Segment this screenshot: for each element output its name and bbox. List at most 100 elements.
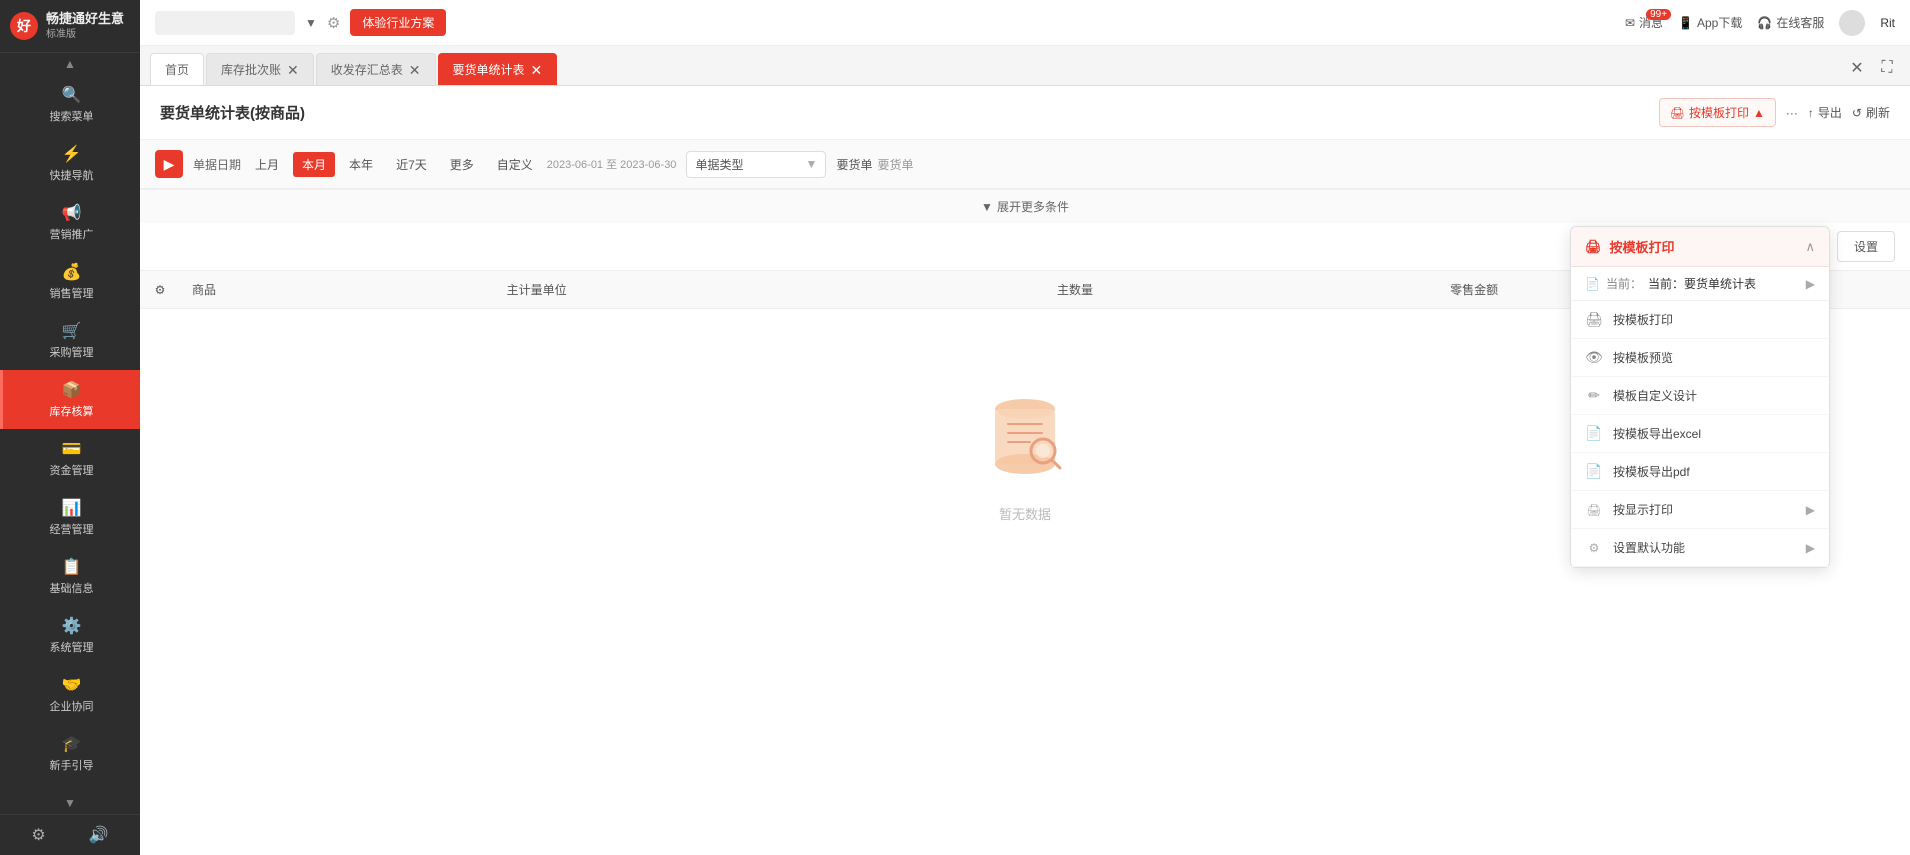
- sidebar-item-operations[interactable]: 📊 经营管理: [0, 488, 140, 547]
- export-btn[interactable]: ↑ 导出: [1808, 104, 1842, 121]
- dropdown-item-template-print[interactable]: 🖨 按模板打印: [1571, 301, 1829, 339]
- current-label-arrow-icon: ▶: [1806, 277, 1815, 291]
- inventory-icon: 📦: [62, 380, 82, 400]
- date-btn-more[interactable]: 更多: [441, 152, 483, 177]
- date-range-display: 2023-06-01 至 2023-06-30: [547, 156, 677, 172]
- app-version: 标准版: [46, 28, 124, 42]
- sidebar: 好 畅捷通好生意 标准版 ▲ 🔍 搜索菜单 ⚡ 快捷导航 📢 营销推广 💰 销售…: [0, 0, 140, 855]
- sidebar-scroll-up[interactable]: ▲: [0, 53, 140, 75]
- dropdown-subitem-display-print[interactable]: 🖨 按显示打印 ▶: [1571, 491, 1829, 529]
- industry-btn[interactable]: 体验行业方案: [350, 9, 446, 36]
- print-btn[interactable]: 🖨 按模板打印 ▲: [1659, 98, 1776, 127]
- topbar-settings-icon[interactable]: ⚙: [327, 14, 340, 32]
- current-label-icon: 📄: [1585, 277, 1600, 291]
- template-print-icon: 🖨: [1585, 311, 1603, 328]
- tab-receivables-summary[interactable]: 收发存汇总表 ✕: [316, 53, 436, 85]
- marketing-icon: 📢: [62, 203, 82, 223]
- user-avatar[interactable]: [1839, 10, 1865, 36]
- tab-close-order-summary[interactable]: ✕: [531, 63, 543, 77]
- doc-type-arrow-icon: ▼: [806, 157, 818, 171]
- sidebar-item-basic[interactable]: 📋 基础信息: [0, 547, 140, 606]
- tab-close-all-icon[interactable]: ✕: [1844, 55, 1870, 81]
- date-btn-custom[interactable]: 自定义: [488, 152, 542, 177]
- dropdown-item-template-export-excel[interactable]: 📄 按模板导出excel: [1571, 415, 1829, 453]
- date-btn-prev-month[interactable]: 上月: [246, 152, 288, 177]
- phone-icon: 📱: [1678, 16, 1693, 30]
- printer-header-icon: 🖨: [1585, 239, 1602, 255]
- order-type-filter: 要货单 要货单: [836, 156, 913, 173]
- app-logo-icon: 好: [10, 12, 38, 40]
- dropdown-item-template-preview[interactable]: 👁 按模板预览: [1571, 339, 1829, 377]
- purchase-icon: 🛒: [62, 321, 82, 341]
- sidebar-nav: 🔍 搜索菜单 ⚡ 快捷导航 📢 营销推广 💰 销售管理 🛒 采购管理 📦 库存核…: [0, 75, 140, 792]
- sidebar-item-shortcut[interactable]: ⚡ 快捷导航: [0, 134, 140, 193]
- tab-order-summary[interactable]: 要货单统计表 ✕: [438, 53, 558, 85]
- print-icon: 🖨: [1670, 106, 1685, 120]
- sidebar-bottom: ⚙ 🔊: [0, 814, 140, 855]
- sidebar-scroll-down[interactable]: ▼: [0, 792, 140, 814]
- sidebar-item-system[interactable]: ⚙️ 系统管理: [0, 606, 140, 665]
- subitem-left: 🖨 按显示打印: [1585, 501, 1673, 518]
- sidebar-item-inventory[interactable]: 📦 库存核算: [0, 370, 140, 429]
- dropdown-item-template-export-pdf[interactable]: 📄 按模板导出pdf: [1571, 453, 1829, 491]
- template-preview-icon: 👁: [1585, 349, 1603, 366]
- app-download-btn[interactable]: 📱 App下载: [1678, 14, 1742, 31]
- basic-icon: 📋: [62, 557, 82, 577]
- dropdown-subitem-set-default[interactable]: ⚙ 设置默认功能 ▶: [1571, 529, 1829, 567]
- tab-maximize-icon[interactable]: ⛶: [1874, 55, 1900, 81]
- message-badge: 99+: [1646, 9, 1671, 20]
- doc-type-select[interactable]: 单据类型 ▼: [686, 151, 826, 178]
- dropdown-header[interactable]: 🖨 按模板打印 ∧: [1571, 227, 1829, 267]
- sidebar-item-guide[interactable]: 🎓 新手引导: [0, 724, 140, 783]
- topbar-right: ✉ 消息 99+ 📱 App下载 🎧 在线客服 Rit: [1625, 10, 1895, 36]
- sidebar-item-sales[interactable]: 💰 销售管理: [0, 252, 140, 311]
- current-prefix: 当前：: [1606, 275, 1642, 292]
- current-template-name: 当前：要货单统计表: [1648, 275, 1756, 292]
- sound-icon[interactable]: 🔊: [89, 825, 109, 845]
- headset-icon: 🎧: [1757, 16, 1772, 30]
- page-header-row: 要货单统计表(按商品) 🖨 按模板打印 ▲ ··· ↑ 导出 ↺ 刷新: [140, 86, 1910, 140]
- sidebar-item-collab[interactable]: 🤝 企业协同: [0, 665, 140, 724]
- sidebar-item-finance[interactable]: 💳 资金管理: [0, 429, 140, 488]
- online-service-btn[interactable]: 🎧 在线客服: [1757, 14, 1824, 31]
- ellipsis-btn[interactable]: ···: [1786, 106, 1798, 120]
- main-content: ▼ ⚙ 体验行业方案 ✉ 消息 99+ 📱 App下载 🎧 在线客服 Rit: [140, 0, 1910, 855]
- shortcut-icon: ⚡: [62, 144, 82, 164]
- refresh-btn[interactable]: ↺ 刷新: [1852, 104, 1890, 121]
- expand-icon[interactable]: ▶: [155, 150, 183, 178]
- settings-icon[interactable]: ⚙: [31, 825, 45, 845]
- set-default-arrow-icon: ▶: [1806, 541, 1815, 555]
- topbar-dropdown[interactable]: ▼: [305, 16, 317, 30]
- filter-bar: ▶ 单据日期 上月 本月 本年 近7天 更多 自定义 2023-06-01 至 …: [140, 140, 1910, 189]
- sidebar-item-marketing[interactable]: 📢 营销推广: [0, 193, 140, 252]
- content-area: 要货单统计表(按商品) 🖨 按模板打印 ▲ ··· ↑ 导出 ↺ 刷新: [140, 86, 1910, 855]
- empty-state-icon: [975, 389, 1075, 489]
- date-filter-group: 单据日期 上月 本月 本年 近7天 更多 自定义 2023-06-01 至 20…: [193, 152, 676, 177]
- tabs-container: 首页 库存批次账 ✕ 收发存汇总表 ✕ 要货单统计表 ✕ ✕ ⛶: [140, 46, 1910, 86]
- date-btn-last7[interactable]: 近7天: [387, 152, 436, 177]
- tab-close-receivables-summary[interactable]: ✕: [409, 63, 421, 77]
- search-icon: 🔍: [62, 85, 82, 105]
- order-type-label-extra: 要货单: [877, 156, 913, 173]
- date-btn-current-year[interactable]: 本年: [340, 152, 382, 177]
- empty-state-text: 暂无数据: [999, 504, 1051, 523]
- tab-close-inventory-batch[interactable]: ✕: [287, 63, 299, 77]
- tab-home[interactable]: 首页: [150, 53, 204, 85]
- sidebar-item-purchase[interactable]: 🛒 采购管理: [0, 311, 140, 370]
- topbar-search-input[interactable]: [155, 11, 295, 35]
- table-settings-col[interactable]: ⚙: [140, 271, 180, 309]
- subitem-left-2: ⚙ 设置默认功能: [1585, 539, 1685, 556]
- sidebar-item-search[interactable]: 🔍 搜索菜单: [0, 75, 140, 134]
- settings-btn[interactable]: 设置: [1837, 231, 1895, 262]
- tab-inventory-batch[interactable]: 库存批次账 ✕: [206, 53, 314, 85]
- template-excel-icon: 📄: [1585, 425, 1603, 442]
- app-logo-text: 畅捷通好生意 标准版: [46, 10, 124, 42]
- finance-icon: 💳: [62, 439, 82, 459]
- dropdown-close-icon[interactable]: ∧: [1805, 239, 1815, 255]
- messages-btn[interactable]: ✉ 消息 99+: [1625, 14, 1663, 31]
- template-pdf-icon: 📄: [1585, 463, 1603, 480]
- date-btn-current-month[interactable]: 本月: [293, 152, 335, 177]
- dropdown-item-template-design[interactable]: ✏ 模板自定义设计: [1571, 377, 1829, 415]
- sidebar-item-appstore[interactable]: 🔔 应用中心: [0, 783, 140, 792]
- expand-more-btn[interactable]: ▼ 展开更多条件: [140, 189, 1910, 223]
